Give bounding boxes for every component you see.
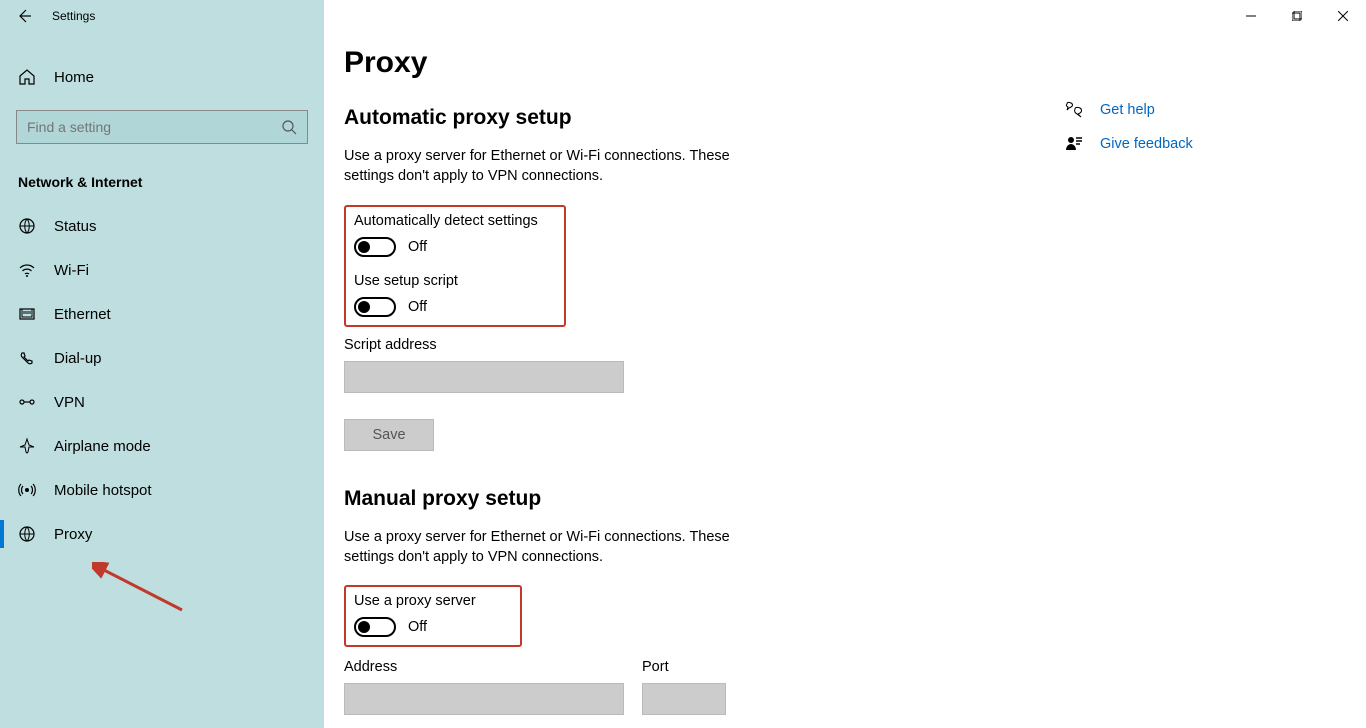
highlight-box-auto: Automatically detect settings Off Use se… [344, 205, 566, 327]
nav-item-status[interactable]: Status [0, 204, 324, 248]
setup-script-toggle[interactable] [354, 297, 396, 317]
wifi-icon [18, 261, 36, 279]
minimize-button[interactable] [1228, 0, 1274, 32]
give-feedback-link[interactable]: Give feedback [1064, 134, 1324, 154]
nav-item-label: Airplane mode [54, 438, 151, 455]
highlight-box-manual: Use a proxy server Off [344, 585, 522, 647]
address-input [344, 683, 624, 715]
home-icon [18, 68, 36, 86]
close-button[interactable] [1320, 0, 1366, 32]
nav-home[interactable]: Home [0, 56, 324, 98]
use-proxy-state: Off [408, 619, 427, 635]
airplane-icon [18, 437, 36, 455]
use-proxy-toggle[interactable] [354, 617, 396, 637]
category-label: Network & Internet [18, 174, 324, 190]
nav-home-label: Home [54, 69, 94, 86]
search-icon [281, 119, 297, 135]
search-input[interactable] [27, 119, 281, 135]
use-proxy-label: Use a proxy server [354, 593, 510, 609]
auto-detect-toggle[interactable] [354, 237, 396, 257]
auto-detect-label: Automatically detect settings [354, 213, 554, 229]
get-help-text: Get help [1100, 102, 1155, 118]
hotspot-icon [18, 481, 36, 499]
maximize-button[interactable] [1274, 0, 1320, 32]
save-button: Save [344, 419, 434, 451]
nav-item-airplane[interactable]: Airplane mode [0, 424, 324, 468]
get-help-link[interactable]: Get help [1064, 100, 1324, 120]
nav-item-dialup[interactable]: Dial-up [0, 336, 324, 380]
give-feedback-text: Give feedback [1100, 136, 1193, 152]
annotation-arrow-icon [92, 562, 192, 618]
app-title: Settings [52, 9, 95, 23]
window-controls [1228, 0, 1366, 32]
back-button[interactable] [16, 8, 32, 24]
sidebar: Settings Home Network & Internet Status … [0, 0, 324, 728]
nav-item-wifi[interactable]: Wi-Fi [0, 248, 324, 292]
page-title: Proxy [344, 46, 1064, 80]
nav-item-proxy[interactable]: Proxy [0, 512, 324, 556]
nav-item-label: Wi-Fi [54, 262, 89, 279]
auto-section-title: Automatic proxy setup [344, 106, 1064, 130]
titlebar-left: Settings [0, 0, 324, 32]
auto-detect-state: Off [408, 239, 427, 255]
auto-section-desc: Use a proxy server for Ethernet or Wi-Fi… [344, 146, 764, 187]
status-icon [18, 217, 36, 235]
address-label: Address [344, 659, 624, 675]
manual-section-title: Manual proxy setup [344, 487, 1064, 511]
content-area: Proxy Automatic proxy setup Use a proxy … [324, 0, 1366, 728]
search-box[interactable] [16, 110, 308, 144]
help-icon [1064, 100, 1084, 120]
vpn-icon [18, 393, 36, 411]
nav-item-ethernet[interactable]: Ethernet [0, 292, 324, 336]
setup-script-state: Off [408, 299, 427, 315]
aside: Get help Give feedback [1064, 46, 1324, 715]
nav-item-vpn[interactable]: VPN [0, 380, 324, 424]
nav-item-label: Ethernet [54, 306, 111, 323]
nav-item-label: Proxy [54, 526, 92, 543]
nav-item-label: Dial-up [54, 350, 102, 367]
ethernet-icon [18, 305, 36, 323]
dialup-icon [18, 349, 36, 367]
nav-item-label: Mobile hotspot [54, 482, 152, 499]
nav-item-label: VPN [54, 394, 85, 411]
port-label: Port [642, 659, 726, 675]
script-address-input [344, 361, 624, 393]
nav-item-hotspot[interactable]: Mobile hotspot [0, 468, 324, 512]
script-address-label: Script address [344, 337, 1064, 353]
proxy-icon [18, 525, 36, 543]
manual-section-desc: Use a proxy server for Ethernet or Wi-Fi… [344, 527, 764, 568]
nav-item-label: Status [54, 218, 97, 235]
port-input [642, 683, 726, 715]
setup-script-label: Use setup script [354, 273, 554, 289]
feedback-icon [1064, 134, 1084, 154]
